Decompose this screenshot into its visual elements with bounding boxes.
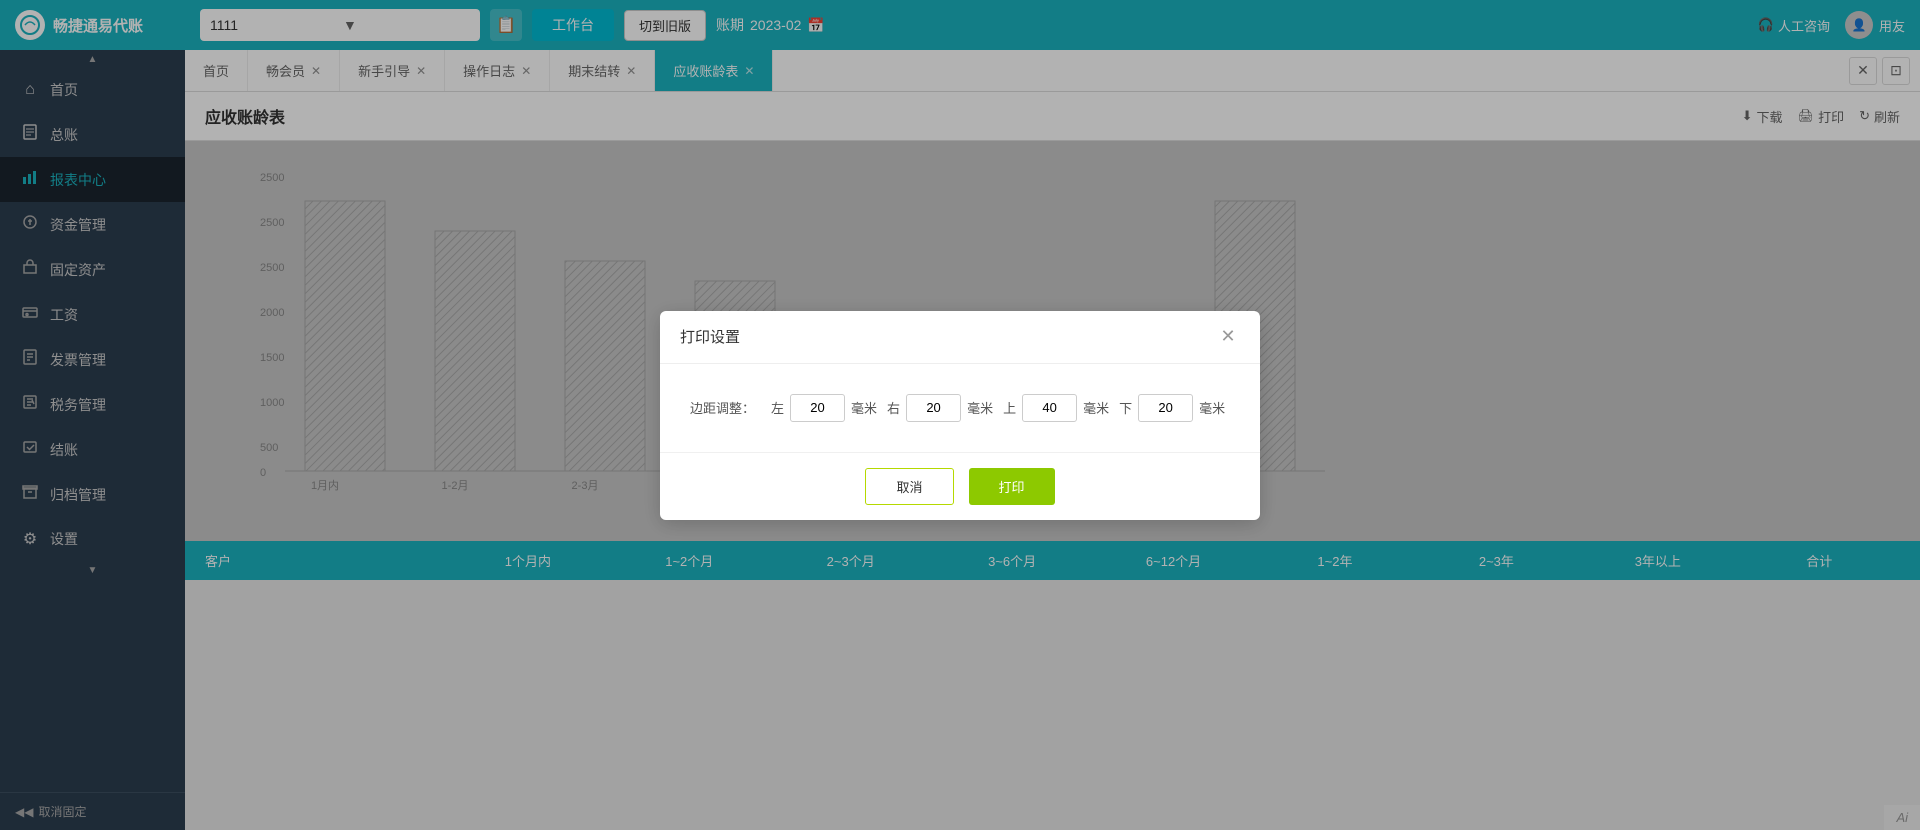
print-dialog-overlay: 打印设置 ✕ 边距调整： 左 毫米 右 毫米 上 毫米 — [0, 0, 1920, 830]
top-margin-unit: 毫米 — [1083, 398, 1109, 417]
left-margin-input[interactable] — [790, 394, 845, 422]
right-margin-input[interactable] — [906, 394, 961, 422]
right-margin-group: 右 毫米 — [887, 394, 993, 422]
print-confirm-button[interactable]: 打印 — [969, 468, 1055, 505]
modal-close-button[interactable]: ✕ — [1216, 325, 1240, 349]
left-margin-group: 左 毫米 — [771, 394, 877, 422]
right-margin-label: 右 — [887, 398, 900, 417]
bottom-margin-unit: 毫米 — [1199, 398, 1225, 417]
top-margin-group: 上 毫米 — [1003, 394, 1109, 422]
print-dialog: 打印设置 ✕ 边距调整： 左 毫米 右 毫米 上 毫米 — [660, 311, 1260, 520]
left-margin-unit: 毫米 — [851, 398, 877, 417]
bottom-margin-input[interactable] — [1138, 394, 1193, 422]
top-margin-input[interactable] — [1022, 394, 1077, 422]
left-margin-label: 左 — [771, 398, 784, 417]
modal-body: 边距调整： 左 毫米 右 毫米 上 毫米 下 — [660, 364, 1260, 452]
modal-header: 打印设置 ✕ — [660, 311, 1260, 364]
bottom-margin-group: 下 毫米 — [1119, 394, 1225, 422]
top-margin-label: 上 — [1003, 398, 1016, 417]
right-margin-unit: 毫米 — [967, 398, 993, 417]
bottom-margin-label: 下 — [1119, 398, 1132, 417]
margin-form-row: 边距调整： 左 毫米 右 毫米 上 毫米 下 — [690, 394, 1230, 422]
modal-footer: 取消 打印 — [660, 452, 1260, 520]
cancel-button[interactable]: 取消 — [865, 468, 953, 505]
margin-label: 边距调整： — [690, 398, 755, 417]
modal-title: 打印设置 — [680, 326, 740, 347]
